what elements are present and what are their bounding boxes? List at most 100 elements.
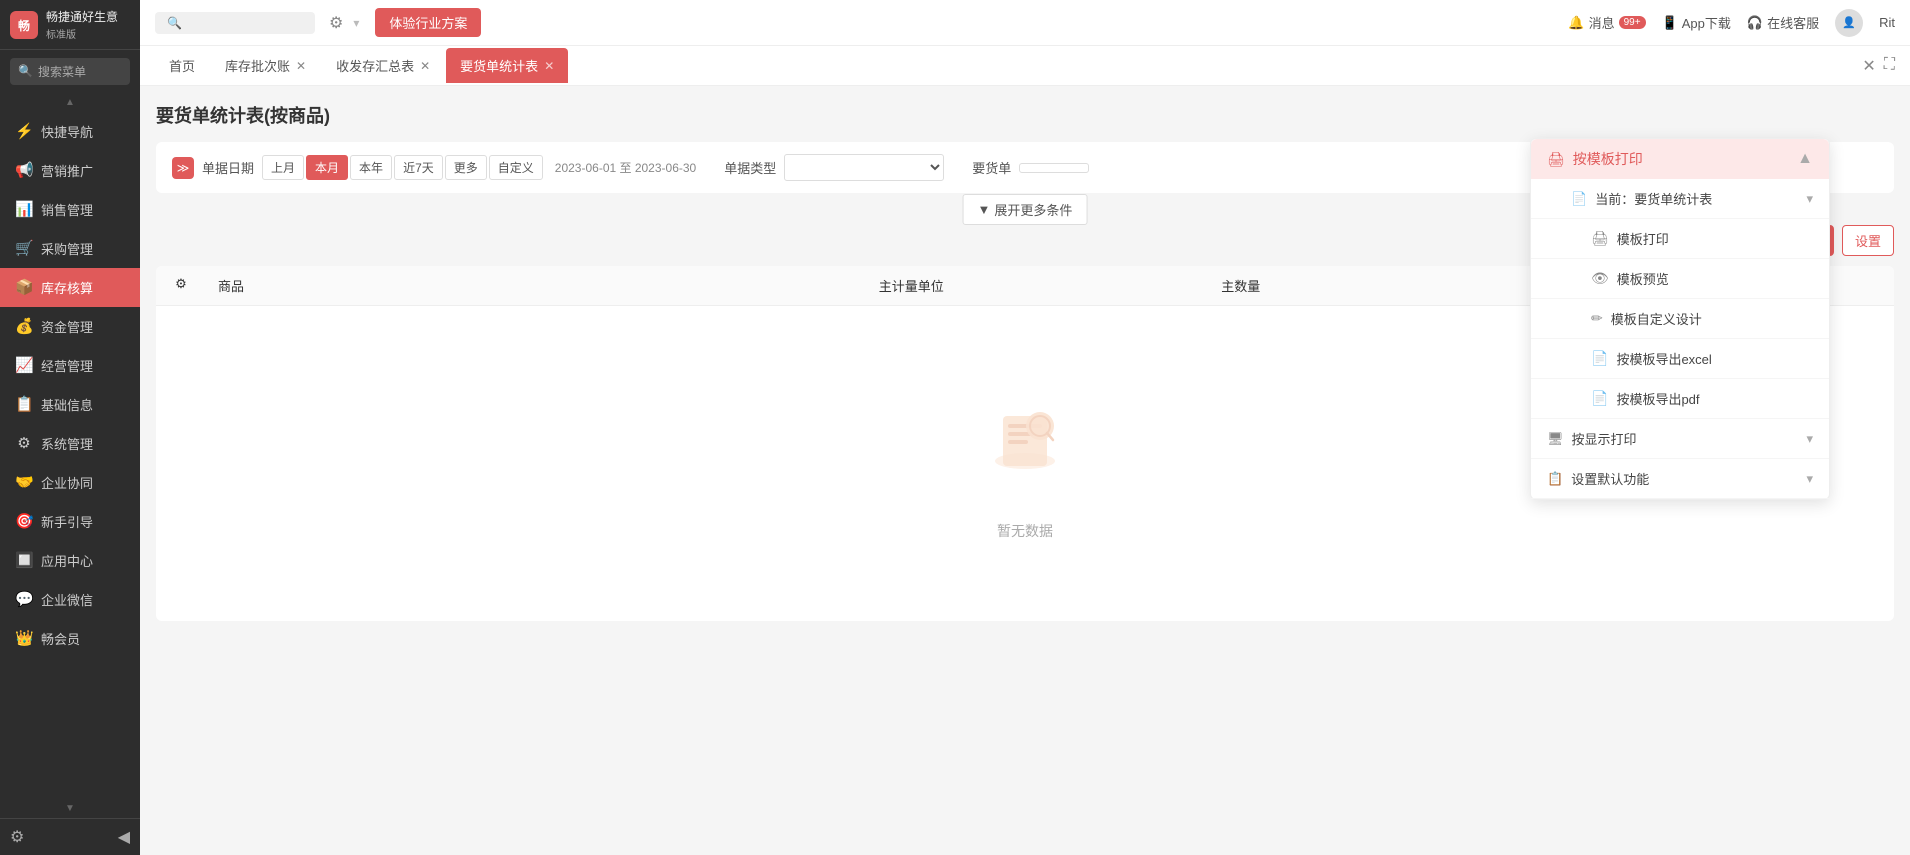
table-settings-icon[interactable]: ⚙ [175,276,187,291]
th-product: 商品 [206,276,867,295]
goods-input[interactable] [1019,163,1089,173]
sidebar-item-inventory[interactable]: 📦 库存核算 [0,268,140,307]
sales-icon: 📊 [15,200,33,218]
sidebar-item-apps[interactable]: 🔲 应用中心 [0,541,140,580]
collapse-icon[interactable]: ◀ [118,827,130,847]
header-dropdown-arrow[interactable]: ▾ [353,16,359,30]
default-settings-left: 📋 设置默认功能 [1547,469,1649,488]
template-preview-item[interactable]: 👁 模板预览 [1531,259,1829,299]
sidebar-scroll-down[interactable]: ▼ [0,799,140,818]
default-settings-section[interactable]: 📋 设置默认功能 ▾ [1531,459,1829,499]
current-template-label: 当前：要货单统计表 [1595,189,1712,208]
date-btn-prev-month[interactable]: 上月 [262,155,304,180]
th-settings[interactable]: ⚙ [156,276,206,295]
header-search[interactable]: 🔍 [155,12,315,34]
printer-icon: 🖨 [1547,151,1565,168]
display-print-section[interactable]: 🖥 按显示打印 ▾ [1531,419,1829,459]
template-export-excel-item[interactable]: 📄 按模板导出excel [1531,339,1829,379]
app-download-item[interactable]: 📱 App下载 [1662,13,1731,32]
sidebar-item-label-guide: 新手引导 [41,512,93,531]
sidebar-item-wechat[interactable]: 💬 企业微信 [0,580,140,619]
template-export-pdf-item[interactable]: 📄 按模板导出pdf [1531,379,1829,419]
template-custom-design-item[interactable]: ✏ 模板自定义设计 [1531,299,1829,339]
sidebar-item-label-member: 畅会员 [41,629,80,648]
tab-order-stats-label: 要货单统计表 [460,56,538,75]
tab-collection-close[interactable]: ✕ [420,59,430,73]
sidebar-item-basic[interactable]: 📋 基础信息 [0,385,140,424]
export-pdf-icon: 📄 [1591,390,1608,407]
tab-batch[interactable]: 库存批次账 ✕ [211,48,320,83]
tab-collection[interactable]: 收发存汇总表 ✕ [322,48,444,83]
date-range-display: 2023-06-01 至 2023-06-30 [555,159,696,176]
sidebar-scroll-up[interactable]: ▲ [0,93,140,112]
notifications-item[interactable]: 🔔 消息 99+ [1568,13,1645,32]
bell-icon: 🔔 [1568,15,1584,31]
sidebar-item-label-purchase: 采购管理 [41,239,93,258]
print-dropdown-close-btn[interactable]: ▲ [1797,150,1813,168]
date-btn-more[interactable]: 更多 [445,155,487,180]
customer-service-item[interactable]: 🎧 在线客服 [1747,13,1819,32]
sidebar-item-marketing[interactable]: 📢 营销推广 [0,151,140,190]
avatar[interactable]: 👤 [1835,9,1863,37]
settings-icon[interactable]: ⚙ [10,827,24,847]
filter-expand-icon-btn[interactable]: ≫ [172,157,194,179]
export-excel-label: 按模板导出excel [1616,349,1711,368]
notifications-label: 消息 [1589,13,1615,32]
trial-btn[interactable]: 体验行业方案 [375,8,481,37]
tab-collection-label: 收发存汇总表 [336,56,414,75]
system-icon: ⚙ [15,434,33,452]
marketing-icon: 📢 [15,161,33,179]
tab-order-stats-close[interactable]: ✕ [544,59,554,73]
tab-order-stats[interactable]: 要货单统计表 ✕ [446,48,568,83]
tab-home[interactable]: 首页 [155,48,209,83]
expand-chevron-icon: ▼ [978,202,991,217]
page-title: 要货单统计表(按商品) [156,102,1894,128]
search-menu[interactable]: 🔍 搜索菜单 [10,58,130,85]
sidebar-item-label-wechat: 企业微信 [41,590,93,609]
sidebar-item-finance[interactable]: 💰 资金管理 [0,307,140,346]
print-dropdown: 🖨 按模板打印 ▲ 📄 当前：要货单统计表 ▾ 🖨 模板打印 👁 模板预览 ✏ … [1530,138,1830,500]
print-dropdown-header: 🖨 按模板打印 ▲ [1531,139,1829,179]
app-name: 畅捷通好生意 [46,10,118,26]
avatar-icon: 👤 [1842,16,1856,29]
expand-conditions-label: 展开更多条件 [994,200,1072,219]
collab-icon: 🤝 [15,473,33,491]
current-template-row[interactable]: 📄 当前：要货单统计表 ▾ [1531,179,1829,219]
customer-service-label: 在线客服 [1767,13,1819,32]
display-print-arrow: ▾ [1806,431,1813,447]
sidebar-item-label-finance: 资金管理 [41,317,93,336]
headset-icon: 🎧 [1747,15,1763,31]
default-settings-label: 设置默认功能 [1571,469,1649,488]
sidebar-item-quicknav[interactable]: ⚡ 快捷导航 [0,112,140,151]
tab-batch-close[interactable]: ✕ [296,59,306,73]
sidebar-item-member[interactable]: 👑 畅会员 [0,619,140,658]
maximize-window-btn[interactable]: ⛶ [1884,56,1895,76]
export-excel-icon: 📄 [1591,350,1608,367]
quicknav-icon: ⚡ [15,122,33,140]
sidebar-item-label-marketing: 营销推广 [41,161,93,180]
sidebar-item-operations[interactable]: 📈 经营管理 [0,346,140,385]
sidebar-item-sales[interactable]: 📊 销售管理 [0,190,140,229]
date-filter-buttons: 上月 本月 本年 近7天 更多 自定义 [262,155,543,180]
template-print-item[interactable]: 🖨 模板打印 [1531,219,1829,259]
sidebar-logo: 畅 畅捷通好生意 标准版 [0,0,140,50]
type-filter-select[interactable] [784,154,944,181]
sidebar-item-guide[interactable]: 🎯 新手引导 [0,502,140,541]
template-preview-label: 模板预览 [1617,269,1669,288]
sidebar-item-purchase[interactable]: 🛒 采购管理 [0,229,140,268]
header-gear-icon[interactable]: ⚙ [329,13,343,33]
sidebar-nav: ⚡ 快捷导航 📢 营销推广 📊 销售管理 🛒 采购管理 📦 库存核算 💰 资金管… [0,112,140,799]
close-window-btn[interactable]: ✕ [1862,56,1875,76]
sidebar-item-collab[interactable]: 🤝 企业协同 [0,463,140,502]
basic-icon: 📋 [15,395,33,413]
phone-icon: 📱 [1662,15,1678,31]
settings-btn[interactable]: 设置 [1842,225,1894,256]
date-btn-current-month[interactable]: 本月 [306,155,348,180]
date-btn-last7days[interactable]: 近7天 [394,155,443,180]
sidebar-item-system[interactable]: ⚙ 系统管理 [0,424,140,463]
date-btn-custom[interactable]: 自定义 [489,155,543,180]
finance-icon: 💰 [15,317,33,335]
date-btn-current-year[interactable]: 本年 [350,155,392,180]
expand-conditions-btn[interactable]: ▼ 展开更多条件 [963,194,1088,225]
sidebar-bottom: ⚙ ◀ [0,818,140,855]
